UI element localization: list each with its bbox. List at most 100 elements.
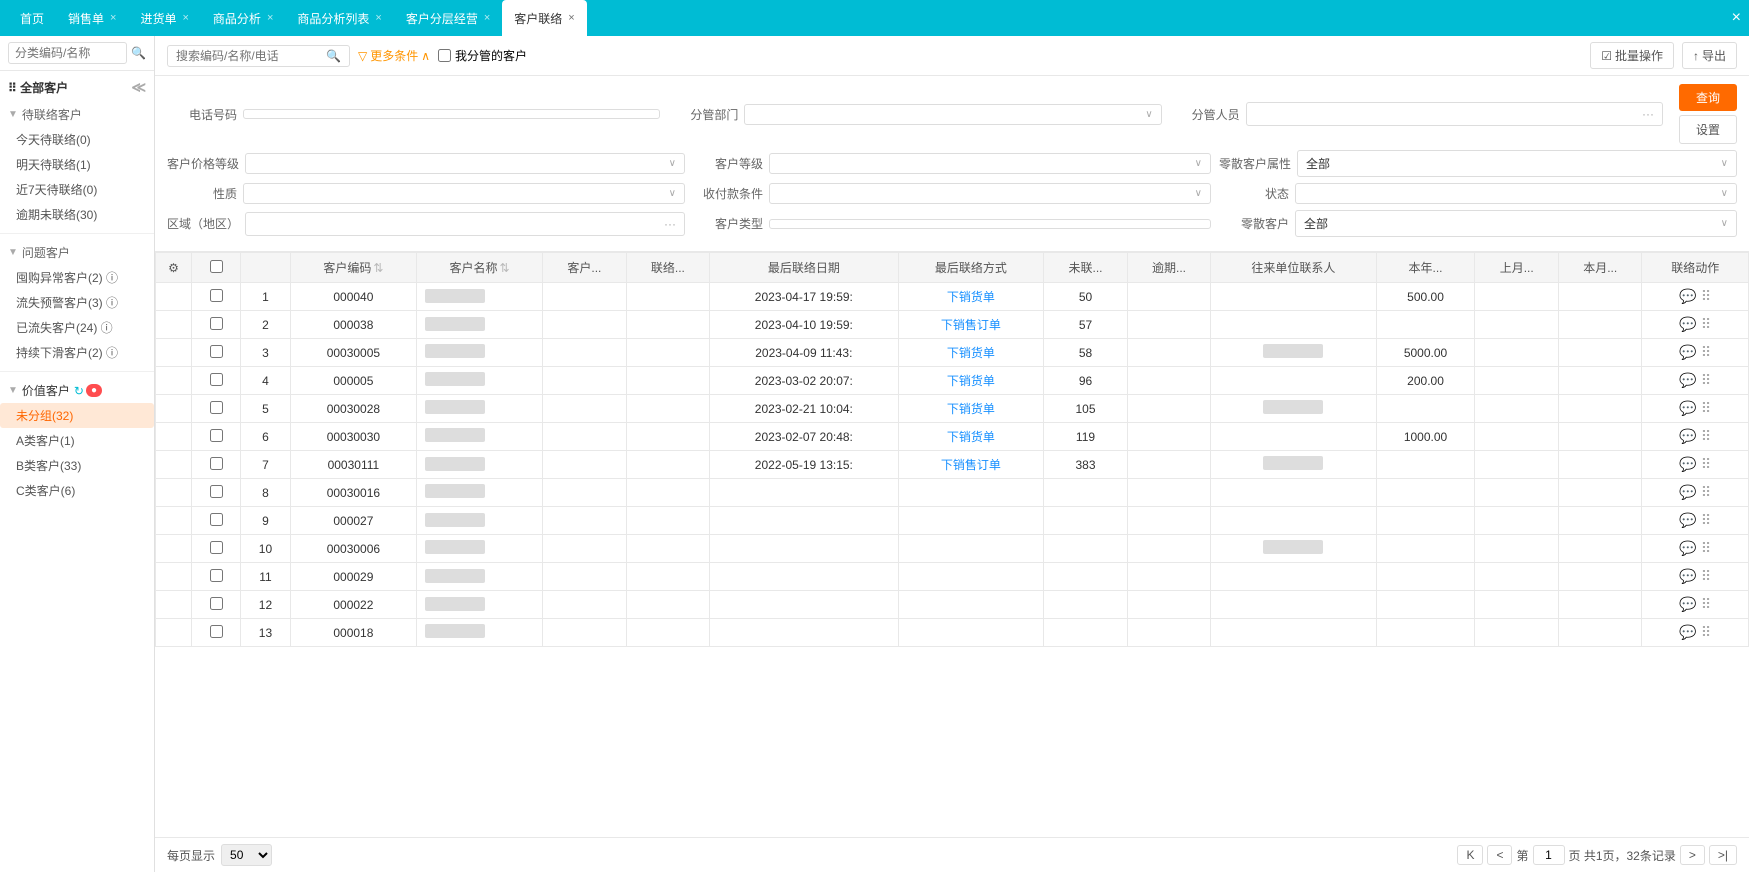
grid-icon[interactable]: ⠿	[1701, 428, 1711, 445]
field-manager-input[interactable]: ···	[1246, 102, 1663, 126]
sidebar-search-icon[interactable]: 🔍	[131, 46, 146, 60]
chat-icon[interactable]: 💬	[1679, 288, 1696, 305]
cell-last-method[interactable]: 下销货单	[898, 367, 1044, 395]
sidebar-item-churned[interactable]: 已流失客户(24) ⓘ	[0, 315, 154, 340]
search-icon[interactable]: 🔍	[326, 49, 341, 63]
sidebar-collapse-btn[interactable]: ≪	[131, 79, 146, 96]
nav-product-analysis-list[interactable]: 商品分析列表 ×	[285, 0, 393, 36]
chat-icon[interactable]: 💬	[1679, 540, 1696, 557]
chat-icon[interactable]: 💬	[1679, 316, 1696, 333]
cell-checkbox[interactable]	[192, 423, 241, 451]
search-input[interactable]	[176, 49, 326, 63]
sidebar-problem-header[interactable]: ▼ 问题客户	[0, 240, 154, 265]
cell-checkbox[interactable]	[192, 591, 241, 619]
row-checkbox[interactable]	[210, 457, 223, 470]
cell-last-method[interactable]	[898, 619, 1044, 647]
cell-last-method[interactable]	[898, 507, 1044, 535]
more-conditions-btn[interactable]: ▽ 更多条件 ∧	[358, 47, 430, 64]
sidebar-search-input[interactable]	[8, 42, 127, 64]
col-code[interactable]: 客户编码⇅	[290, 253, 416, 283]
col-contact[interactable]: 联络...	[626, 253, 710, 283]
select-all-checkbox[interactable]	[210, 260, 223, 273]
field-price-level-select[interactable]: ∨	[245, 153, 685, 174]
my-customers-wrap[interactable]: 我分管的客户	[438, 47, 527, 64]
row-checkbox[interactable]	[210, 317, 223, 330]
field-region-input[interactable]: ···	[245, 212, 685, 236]
cell-checkbox[interactable]	[192, 619, 241, 647]
grid-icon[interactable]: ⠿	[1701, 372, 1711, 389]
cell-last-method[interactable]: 下销货单	[898, 395, 1044, 423]
field-scatter-select[interactable]: 全部 ∨	[1295, 210, 1737, 237]
row-checkbox[interactable]	[210, 429, 223, 442]
nav-customer-contact[interactable]: 客户联络 ×	[502, 0, 586, 36]
cell-checkbox[interactable]	[192, 479, 241, 507]
reset-button[interactable]: 设置	[1679, 115, 1737, 144]
chat-icon[interactable]: 💬	[1679, 624, 1696, 641]
grid-icon[interactable]: ⠿	[1701, 316, 1711, 333]
col-name[interactable]: 客户名称⇅	[416, 253, 542, 283]
field-nature-select[interactable]: ∨	[243, 183, 685, 204]
row-checkbox[interactable]	[210, 345, 223, 358]
cell-checkbox[interactable]	[192, 395, 241, 423]
nav-product-analysis-close[interactable]: ×	[267, 12, 273, 24]
sidebar-item-tomorrow[interactable]: 明天待联络(1)	[0, 152, 154, 177]
grid-icon[interactable]: ⠿	[1701, 540, 1711, 557]
cell-last-method[interactable]: 下销货单	[898, 423, 1044, 451]
field-customer-level-select[interactable]: ∨	[769, 153, 1211, 174]
chat-icon[interactable]: 💬	[1679, 456, 1696, 473]
col-last-month[interactable]: 上月...	[1475, 253, 1559, 283]
chat-icon[interactable]: 💬	[1679, 568, 1696, 585]
nav-sales[interactable]: 销售单 ×	[56, 0, 128, 36]
row-checkbox[interactable]	[210, 401, 223, 414]
chat-icon[interactable]: 💬	[1679, 484, 1696, 501]
col-settings[interactable]: ⚙	[156, 253, 192, 283]
sidebar-item-typeC[interactable]: C类客户(6)	[0, 478, 154, 503]
field-phone-input[interactable]	[243, 109, 660, 119]
nav-product-analysis[interactable]: 商品分析 ×	[201, 0, 285, 36]
first-page-btn[interactable]: K	[1457, 845, 1483, 865]
cell-last-method[interactable]	[898, 591, 1044, 619]
grid-icon[interactable]: ⠿	[1701, 624, 1711, 641]
chat-icon[interactable]: 💬	[1679, 372, 1696, 389]
sidebar-item-typeB[interactable]: B类客户(33)	[0, 453, 154, 478]
row-checkbox[interactable]	[210, 513, 223, 526]
cell-checkbox[interactable]	[192, 563, 241, 591]
grid-icon[interactable]: ⠿	[1701, 484, 1711, 501]
cell-last-method[interactable]	[898, 535, 1044, 563]
grid-icon[interactable]: ⠿	[1701, 288, 1711, 305]
cell-last-method[interactable]: 下销售订单	[898, 311, 1044, 339]
field-payment-select[interactable]: ∨	[769, 183, 1211, 204]
last-page-btn[interactable]: >|	[1709, 845, 1737, 865]
cell-checkbox[interactable]	[192, 367, 241, 395]
nav-purchase[interactable]: 进货单 ×	[128, 0, 200, 36]
grid-icon[interactable]: ⠿	[1701, 400, 1711, 417]
nav-customer-contact-close[interactable]: ×	[568, 12, 574, 24]
field-dept-select[interactable]: ∨	[744, 104, 1161, 125]
export-button[interactable]: ↑ 导出	[1682, 42, 1737, 69]
row-checkbox[interactable]	[210, 373, 223, 386]
row-checkbox[interactable]	[210, 485, 223, 498]
col-overdue[interactable]: 逾期...	[1127, 253, 1211, 283]
page-size-select[interactable]: 50 20 100	[221, 844, 272, 866]
prev-page-btn[interactable]: <	[1487, 845, 1512, 865]
query-button[interactable]: 查询	[1679, 84, 1737, 111]
nav-sales-close[interactable]: ×	[110, 12, 116, 24]
grid-icon[interactable]: ⠿	[1701, 568, 1711, 585]
grid-icon[interactable]: ⠿	[1701, 344, 1711, 361]
row-checkbox[interactable]	[210, 541, 223, 554]
field-customer-type-input[interactable]	[769, 219, 1211, 229]
cell-last-method[interactable]	[898, 563, 1044, 591]
cell-checkbox[interactable]	[192, 451, 241, 479]
sidebar-item-ungroup[interactable]: 未分组(32)	[0, 403, 154, 428]
sidebar-item-overdue[interactable]: 逾期未联络(30)	[0, 202, 154, 227]
chat-icon[interactable]: 💬	[1679, 512, 1696, 529]
region-more-icon[interactable]: ···	[664, 217, 676, 231]
col-contacts-person[interactable]: 往来单位联系人	[1211, 253, 1376, 283]
cell-last-method[interactable]: 下销货单	[898, 283, 1044, 311]
cell-checkbox[interactable]	[192, 283, 241, 311]
value-refresh-icon[interactable]: ↻	[74, 384, 84, 398]
col-this-month[interactable]: 本月...	[1558, 253, 1642, 283]
col-no-contact[interactable]: 未联...	[1044, 253, 1128, 283]
row-checkbox[interactable]	[210, 569, 223, 582]
sidebar-item-abnormal[interactable]: 囤购异常客户(2) ⓘ	[0, 265, 154, 290]
